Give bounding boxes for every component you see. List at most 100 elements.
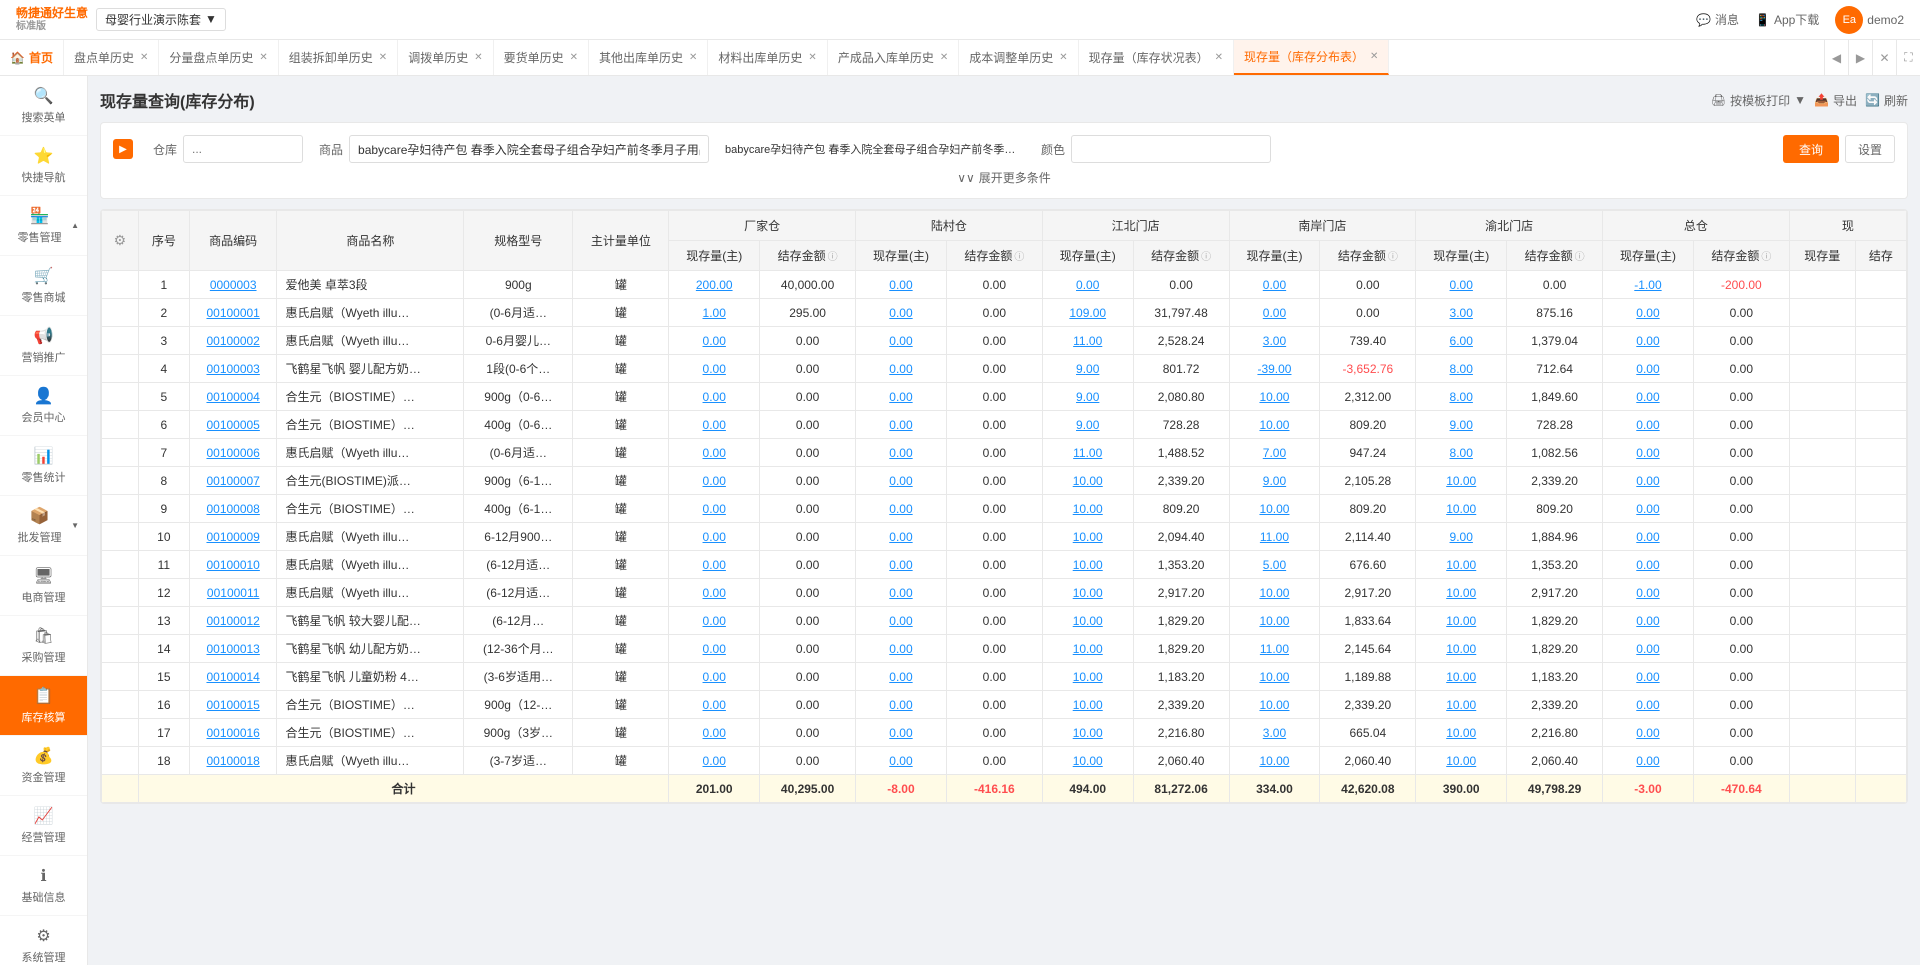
row-total-stock[interactable]: 0.00 (1603, 607, 1694, 635)
row-fc-stock[interactable]: 200.00 (669, 271, 760, 299)
expand-conditions-btn[interactable]: ∨∨ 展开更多条件 (113, 169, 1895, 186)
row-lc-stock[interactable]: 0.00 (856, 635, 947, 663)
row-yb-stock[interactable]: 3.00 (1416, 299, 1507, 327)
row-lc-stock[interactable]: 0.00 (856, 719, 947, 747)
row-yb-stock[interactable]: 10.00 (1416, 719, 1507, 747)
row-yb-stock[interactable]: 8.00 (1416, 439, 1507, 467)
row-lc-stock[interactable]: 0.00 (856, 383, 947, 411)
row-yb-stock[interactable]: 10.00 (1416, 691, 1507, 719)
row-yb-stock[interactable]: 10.00 (1416, 747, 1507, 775)
row-na-stock[interactable]: -39.00 (1229, 355, 1320, 383)
row-lc-stock[interactable]: 0.00 (856, 579, 947, 607)
row-na-stock[interactable]: 9.00 (1229, 467, 1320, 495)
row-na-stock[interactable]: 10.00 (1229, 579, 1320, 607)
row-na-stock[interactable]: 3.00 (1229, 719, 1320, 747)
tab-finished-in[interactable]: 产成品入库单历史 ✕ (828, 40, 959, 75)
row-code[interactable]: 00100011 (189, 579, 277, 607)
row-total-stock[interactable]: 0.00 (1603, 355, 1694, 383)
row-jb-stock[interactable]: 10.00 (1042, 635, 1133, 663)
row-lc-stock[interactable]: 0.00 (856, 747, 947, 775)
close-icon[interactable]: ✕ (259, 52, 267, 63)
row-na-stock[interactable]: 10.00 (1229, 411, 1320, 439)
row-yb-stock[interactable]: 10.00 (1416, 467, 1507, 495)
row-total-stock[interactable]: 0.00 (1603, 663, 1694, 691)
row-code[interactable]: 00100014 (189, 663, 277, 691)
row-total-stock[interactable]: 0.00 (1603, 467, 1694, 495)
row-total-stock[interactable]: 0.00 (1603, 327, 1694, 355)
export-btn[interactable]: 📤 导出 (1814, 92, 1857, 109)
row-code[interactable]: 00100004 (189, 383, 277, 411)
tab-inventory-count[interactable]: 盘点单历史 ✕ (64, 40, 159, 75)
row-yb-stock[interactable]: 9.00 (1416, 411, 1507, 439)
row-total-stock[interactable]: 0.00 (1603, 635, 1694, 663)
close-icon[interactable]: ✕ (570, 52, 578, 63)
row-na-stock[interactable]: 10.00 (1229, 607, 1320, 635)
row-code[interactable]: 00100008 (189, 495, 277, 523)
row-fc-stock[interactable]: 0.00 (669, 439, 760, 467)
tab-sub-inventory-count[interactable]: 分量盘点单历史 ✕ (159, 40, 278, 75)
row-lc-stock[interactable]: 0.00 (856, 691, 947, 719)
row-jb-stock[interactable]: 11.00 (1042, 327, 1133, 355)
filter-expand-arrow[interactable]: ▶ (113, 139, 133, 159)
row-code[interactable]: 00100018 (189, 747, 277, 775)
row-total-stock[interactable]: 0.00 (1603, 551, 1694, 579)
row-code[interactable]: 00100015 (189, 691, 277, 719)
print-btn[interactable]: 🖨 按模板打印 ▼ (1711, 92, 1806, 109)
close-icon[interactable]: ✕ (1370, 51, 1378, 62)
sidebar-item-search[interactable]: 🔍 搜索英单 (0, 76, 87, 136)
close-icon[interactable]: ✕ (140, 52, 148, 63)
sidebar-item-basic-info[interactable]: ℹ 基础信息 (0, 856, 87, 916)
row-fc-stock[interactable]: 0.00 (669, 495, 760, 523)
row-code[interactable]: 00100003 (189, 355, 277, 383)
row-na-stock[interactable]: 10.00 (1229, 691, 1320, 719)
row-lc-stock[interactable]: 0.00 (856, 439, 947, 467)
user-menu[interactable]: Ea demo2 (1835, 6, 1904, 34)
row-fc-stock[interactable]: 0.00 (669, 607, 760, 635)
sidebar-item-purchase[interactable]: 🛍 采购管理 (0, 616, 87, 676)
row-jb-stock[interactable]: 10.00 (1042, 607, 1133, 635)
row-jb-stock[interactable]: 10.00 (1042, 523, 1133, 551)
row-jb-stock[interactable]: 9.00 (1042, 355, 1133, 383)
app-download-btn[interactable]: 📱 App下载 (1755, 11, 1819, 28)
tab-cost-adjust[interactable]: 成本调整单历史 ✕ (959, 40, 1078, 75)
row-yb-stock[interactable]: 0.00 (1416, 271, 1507, 299)
settings-gear-icon[interactable]: ⚙ (114, 232, 127, 248)
row-total-stock[interactable]: -1.00 (1603, 271, 1694, 299)
row-lc-stock[interactable]: 0.00 (856, 467, 947, 495)
row-yb-stock[interactable]: 8.00 (1416, 383, 1507, 411)
row-total-stock[interactable]: 0.00 (1603, 411, 1694, 439)
settings-button[interactable]: 设置 (1845, 135, 1895, 163)
row-na-stock[interactable]: 10.00 (1229, 495, 1320, 523)
row-total-stock[interactable]: 0.00 (1603, 747, 1694, 775)
row-lc-stock[interactable]: 0.00 (856, 523, 947, 551)
row-lc-stock[interactable]: 0.00 (856, 551, 947, 579)
tab-purchase-order[interactable]: 要货单历史 ✕ (494, 40, 589, 75)
goods-input[interactable] (349, 135, 709, 163)
row-jb-stock[interactable]: 10.00 (1042, 663, 1133, 691)
row-yb-stock[interactable]: 6.00 (1416, 327, 1507, 355)
sidebar-item-finance[interactable]: 💰 资金管理 (0, 736, 87, 796)
row-total-stock[interactable]: 0.00 (1603, 383, 1694, 411)
tab-stock-dist[interactable]: 现存量（库存分布表） ✕ (1234, 40, 1389, 75)
row-jb-stock[interactable]: 10.00 (1042, 747, 1133, 775)
row-yb-stock[interactable]: 8.00 (1416, 355, 1507, 383)
row-lc-stock[interactable]: 0.00 (856, 355, 947, 383)
tab-stock-status[interactable]: 现存量（库存状况表） ✕ (1079, 40, 1234, 75)
row-fc-stock[interactable]: 0.00 (669, 579, 760, 607)
tab-transfer[interactable]: 调拨单历史 ✕ (398, 40, 493, 75)
row-jb-stock[interactable]: 10.00 (1042, 467, 1133, 495)
row-jb-stock[interactable]: 10.00 (1042, 551, 1133, 579)
row-total-stock[interactable]: 0.00 (1603, 495, 1694, 523)
tab-material-out[interactable]: 材料出库单历史 ✕ (708, 40, 827, 75)
warehouse-input[interactable] (183, 135, 303, 163)
color-input[interactable] (1071, 135, 1271, 163)
row-na-stock[interactable]: 7.00 (1229, 439, 1320, 467)
row-yb-stock[interactable]: 10.00 (1416, 495, 1507, 523)
row-jb-stock[interactable]: 10.00 (1042, 579, 1133, 607)
row-jb-stock[interactable]: 109.00 (1042, 299, 1133, 327)
row-yb-stock[interactable]: 10.00 (1416, 551, 1507, 579)
row-total-stock[interactable]: 0.00 (1603, 691, 1694, 719)
close-icon[interactable]: ✕ (689, 52, 697, 63)
row-na-stock[interactable]: 0.00 (1229, 271, 1320, 299)
sidebar-item-retail-stats[interactable]: 📊 零售统计 (0, 436, 87, 496)
